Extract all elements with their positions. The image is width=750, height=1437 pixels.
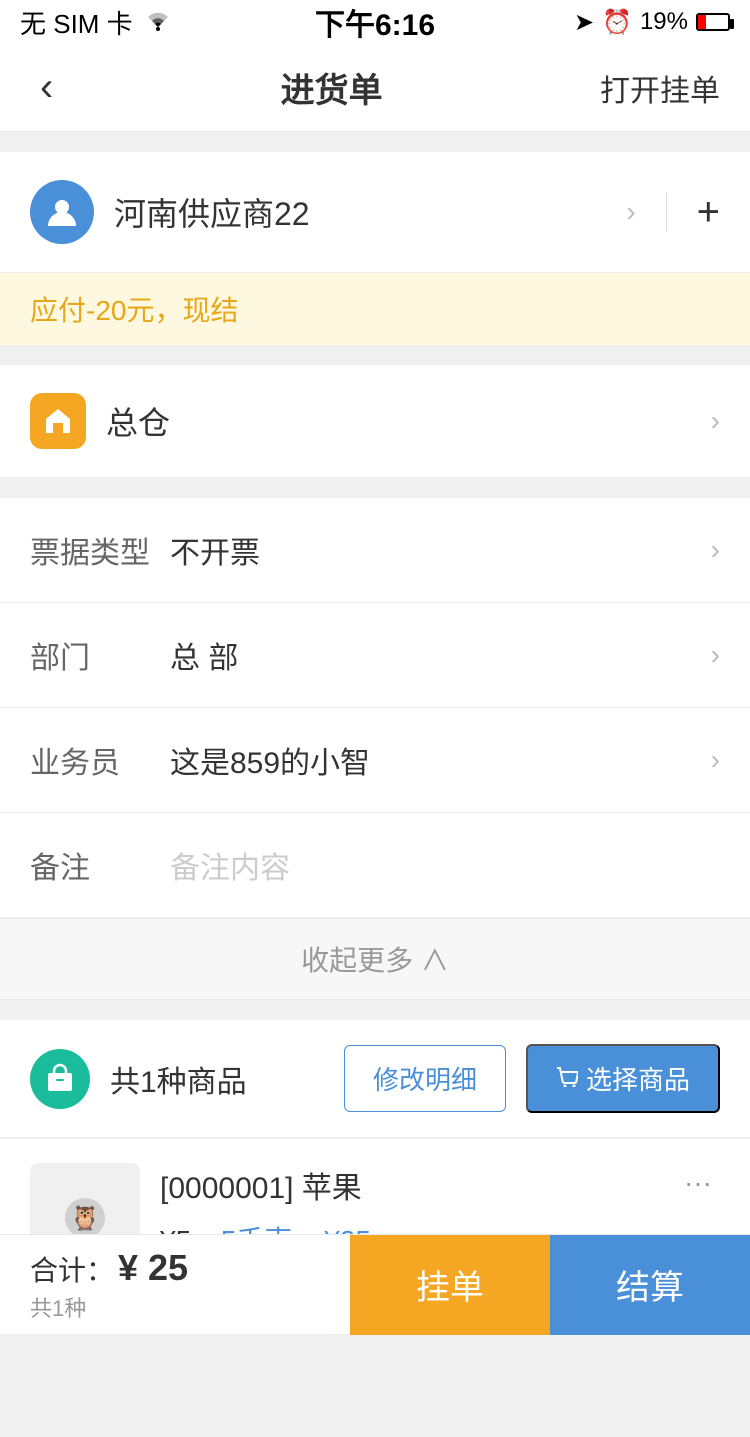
department-row[interactable]: 部门 总 部 › xyxy=(0,603,750,708)
salesman-row[interactable]: 业务员 这是859的小智 › xyxy=(0,708,750,813)
total-section: 合计： ¥ 25 共1种 xyxy=(0,1247,350,1323)
hang-button[interactable]: 挂单 xyxy=(350,1235,550,1335)
warehouse-section: 总仓 › xyxy=(0,365,750,478)
salesman-arrow-icon: › xyxy=(711,744,720,776)
status-right: ➤ ⏰ 19% xyxy=(574,8,730,37)
product-name: [0000001] 苹果 xyxy=(160,1163,656,1207)
total-amount: ¥ 25 xyxy=(118,1247,188,1289)
salesman-value: 这是859的小智 xyxy=(150,738,711,782)
wifi-icon xyxy=(143,7,173,38)
department-label: 部门 xyxy=(30,633,150,677)
carrier-text: 无 SIM 卡 xyxy=(20,4,133,41)
remark-label: 备注 xyxy=(30,843,150,887)
status-bar: 无 SIM 卡 下午6:16 ➤ ⏰ 19% xyxy=(0,0,750,44)
svg-text:🦉: 🦉 xyxy=(70,1205,100,1232)
supplier-arrow-icon: › xyxy=(626,196,635,228)
status-left: 无 SIM 卡 xyxy=(20,4,173,41)
remark-row[interactable]: 备注 备注内容 xyxy=(0,813,750,918)
remark-input[interactable]: 备注内容 xyxy=(150,843,720,887)
open-hang-button[interactable]: 打开挂单 xyxy=(600,66,720,110)
product-code: [0000001] xyxy=(160,1172,302,1205)
add-supplier-button[interactable]: + xyxy=(697,190,720,235)
collapse-bar[interactable]: 收起更多 ∧ xyxy=(0,918,750,1000)
battery-icon xyxy=(696,13,730,31)
ticket-type-arrow-icon: › xyxy=(711,534,720,566)
product-icon xyxy=(30,1049,90,1109)
select-product-button[interactable]: 选择商品 xyxy=(526,1044,720,1113)
balance-tag: 应付-20元，现结 xyxy=(0,273,750,345)
total-count: 共1种 xyxy=(30,1291,320,1323)
collapse-label: 收起更多 ∧ xyxy=(301,939,449,979)
alarm-icon: ⏰ xyxy=(602,8,632,37)
select-btn-label: 选择商品 xyxy=(586,1060,690,1097)
battery-text: 19% xyxy=(640,8,688,36)
warehouse-row[interactable]: 总仓 › xyxy=(0,365,750,478)
department-value: 总 部 xyxy=(150,633,711,677)
supplier-row[interactable]: 河南供应商22 › + xyxy=(0,152,750,273)
modify-detail-button[interactable]: 修改明细 xyxy=(344,1045,506,1112)
divider-2 xyxy=(0,345,750,365)
vertical-divider xyxy=(666,192,667,232)
nav-bar: ‹ 进货单 打开挂单 xyxy=(0,44,750,132)
warehouse-name: 总仓 xyxy=(106,398,711,444)
warehouse-arrow-icon: › xyxy=(711,405,720,437)
ticket-type-value: 不开票 xyxy=(150,528,711,572)
supplier-section: 河南供应商22 › + 应付-20元，现结 xyxy=(0,152,750,345)
divider-4 xyxy=(0,1000,750,1020)
form-section: 票据类型 不开票 › 部门 总 部 › 业务员 这是859的小智 › 备注 备注… xyxy=(0,498,750,1000)
salesman-label: 业务员 xyxy=(30,738,150,782)
divider-3 xyxy=(0,478,750,498)
top-divider xyxy=(0,132,750,152)
page-title: 进货单 xyxy=(281,63,383,112)
supplier-avatar xyxy=(30,180,94,244)
cart-icon xyxy=(556,1063,578,1094)
location-icon: ➤ xyxy=(574,8,594,37)
product-title: 苹果 xyxy=(302,1172,362,1205)
warehouse-icon xyxy=(30,393,86,449)
back-button[interactable]: ‹ xyxy=(30,55,63,120)
status-time: 下午6:16 xyxy=(315,0,435,44)
ticket-type-label: 票据类型 xyxy=(30,528,150,572)
department-arrow-icon: › xyxy=(711,639,720,671)
product-more-button[interactable]: ··· xyxy=(676,1163,720,1203)
supplier-name: 河南供应商22 xyxy=(114,189,626,235)
bottom-bar: 合计： ¥ 25 共1种 挂单 结算 xyxy=(0,1234,750,1334)
ticket-type-row[interactable]: 票据类型 不开票 › xyxy=(0,498,750,603)
product-count: 共1种商品 xyxy=(110,1057,324,1101)
checkout-button[interactable]: 结算 xyxy=(550,1235,750,1335)
total-label: 合计： xyxy=(30,1249,114,1289)
product-header: 共1种商品 修改明细 选择商品 xyxy=(0,1020,750,1137)
